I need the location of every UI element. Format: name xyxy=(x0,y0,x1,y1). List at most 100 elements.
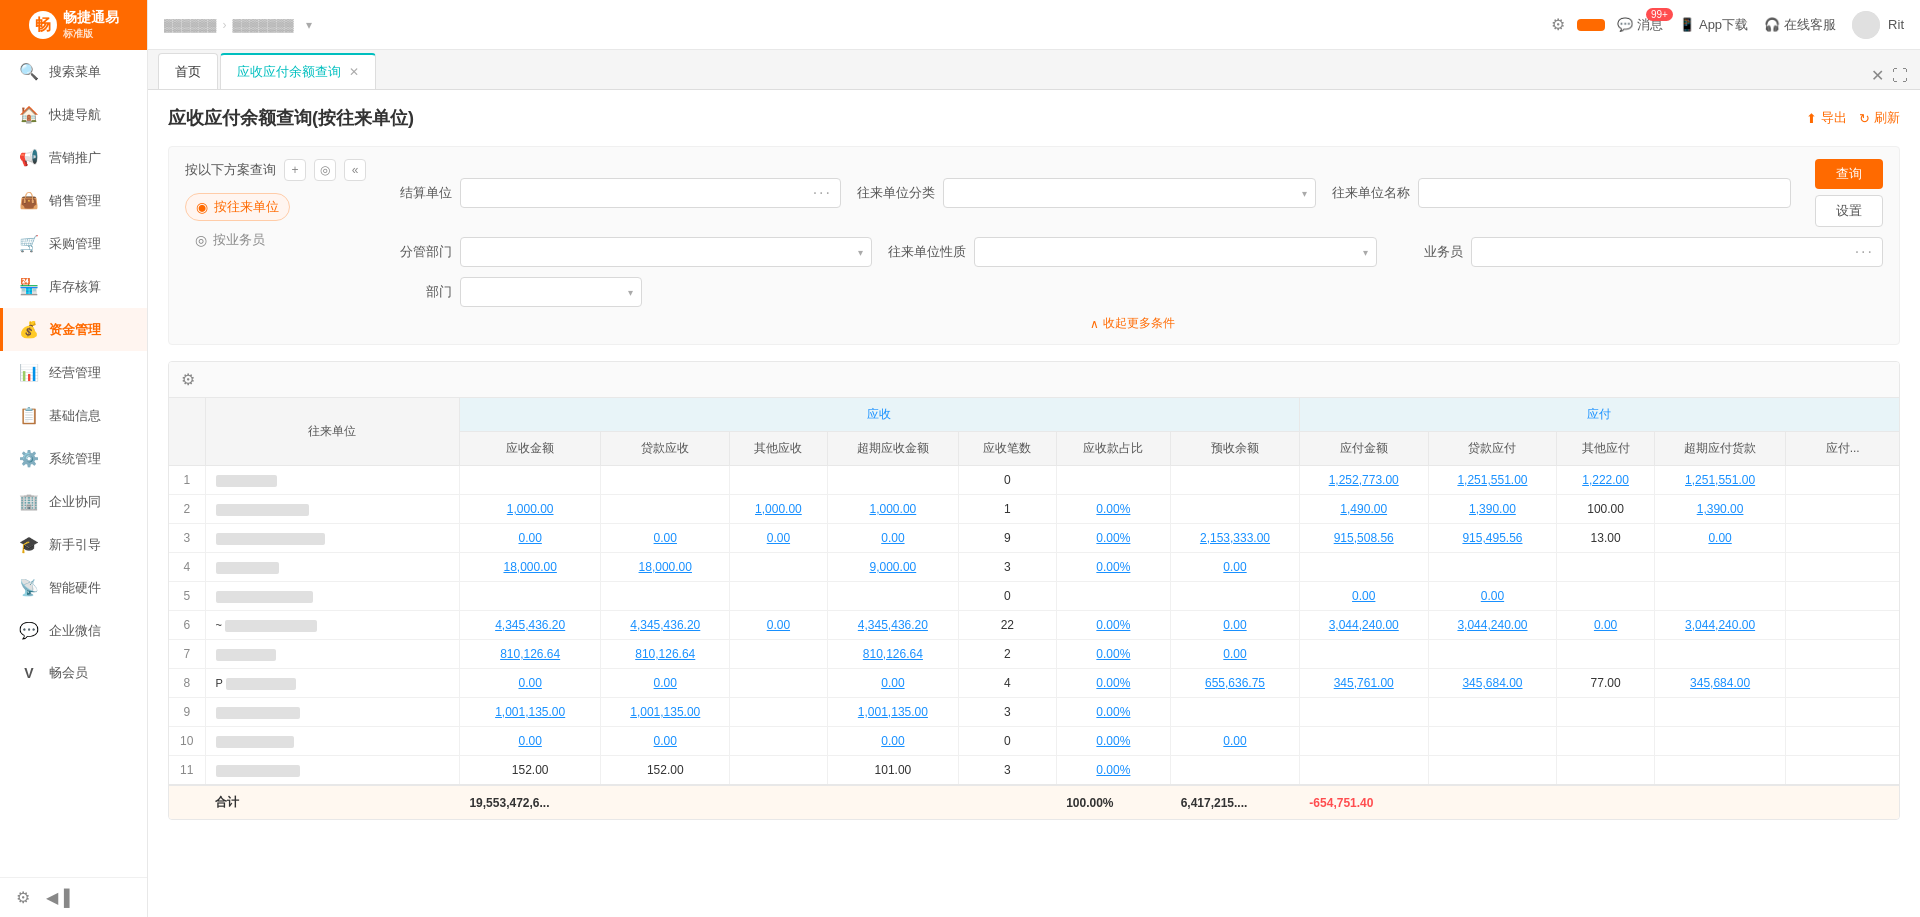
sidebar-item-marketing[interactable]: 📢 营销推广 xyxy=(0,136,147,179)
messages-button[interactable]: 💬 消息 99+ xyxy=(1617,16,1663,34)
sidebar-item-label: 基础信息 xyxy=(49,407,101,425)
cell-unit[interactable] xyxy=(205,495,459,524)
subfilter-by-staff[interactable]: ◎ 按业务员 xyxy=(185,227,290,253)
app-download-button[interactable]: 📱 App下载 xyxy=(1679,16,1748,34)
header-gear-icon[interactable]: ⚙ xyxy=(1551,15,1565,34)
subfilter-staff-icon: ◎ xyxy=(195,232,207,248)
online-service-button[interactable]: 🎧 在线客服 xyxy=(1764,16,1836,34)
table-footer-row: 合计 19,553,472,6... 100.00% 6,417,215....… xyxy=(169,785,1899,819)
filter-department: 部门 ▾ xyxy=(382,277,642,307)
tab-ar-ap[interactable]: 应收应付余额查询 ✕ xyxy=(220,53,376,89)
sidebar-item-guide[interactable]: 🎓 新手引导 xyxy=(0,523,147,566)
filter-fields: 结算单位 ··· 往来单位分类 ▾ xyxy=(382,159,1883,332)
home-tab-label: 首页 xyxy=(175,63,201,81)
sidebar-item-finance[interactable]: 💰 资金管理 xyxy=(0,308,147,351)
th-ar-group: 应收 xyxy=(459,398,1299,432)
sidebar-item-vip[interactable]: V 畅会员 xyxy=(0,652,147,694)
filter-header: 按以下方案查询 + ◎ « xyxy=(185,159,366,181)
cell-unit[interactable] xyxy=(205,698,459,727)
filter-dept: 分管部门 ▾ xyxy=(382,237,872,267)
tab-close-icon[interactable]: ✕ xyxy=(349,65,359,79)
sidebar-item-system[interactable]: ⚙️ 系统管理 xyxy=(0,437,147,480)
logo-text-block: 畅捷通易 标准版 xyxy=(63,9,119,41)
th-ar-loan: 贷款应收 xyxy=(601,432,730,466)
cell-index: 1 xyxy=(169,466,205,495)
sidebar-item-wechat[interactable]: 💬 企业微信 xyxy=(0,609,147,652)
sidebar-item-purchase[interactable]: 🛒 采购管理 xyxy=(0,222,147,265)
sidebar-item-label: 系统管理 xyxy=(49,450,101,468)
breadcrumb-text: ▓▓▓▓▓▓ xyxy=(164,18,217,32)
ar-ap-table: 往来单位 应收 应付 应收金额 贷款应收 其他应收 超期应收金额 应收笔数 应收… xyxy=(169,398,1899,819)
sidebar-item-label: 畅会员 xyxy=(49,664,88,682)
unit-category-label: 往来单位分类 xyxy=(857,184,935,202)
cell-index: 2 xyxy=(169,495,205,524)
sidebar-item-hardware[interactable]: 📡 智能硬件 xyxy=(0,566,147,609)
refresh-button[interactable]: ↻ 刷新 xyxy=(1859,109,1900,127)
sidebar-item-basic[interactable]: 📋 基础信息 xyxy=(0,394,147,437)
filter-area: 按以下方案查询 + ◎ « ◉ 按往来单位 ◎ xyxy=(168,146,1900,345)
header: ▓▓▓▓▓▓ › ▓▓▓▓▓▓▓ ▾ ⚙ 💬 消息 99+ 📱 App下载 🎧 … xyxy=(148,0,1920,50)
export-button[interactable]: ⬆ 导出 xyxy=(1806,109,1847,127)
unit-nature-select[interactable]: ▾ xyxy=(974,237,1378,267)
table-settings-icon[interactable]: ⚙ xyxy=(181,370,195,389)
user-menu[interactable]: Rit xyxy=(1852,11,1904,39)
salesman-input[interactable]: ··· xyxy=(1471,237,1883,267)
subfilter-unit-label: 按往来单位 xyxy=(214,198,279,216)
purchase-icon: 🛒 xyxy=(19,234,39,253)
collapse-sidebar-icon[interactable]: ◀▐ xyxy=(46,888,69,907)
cell-unit[interactable]: P xyxy=(205,669,459,698)
cell-unit[interactable] xyxy=(205,756,459,786)
dept-label: 分管部门 xyxy=(382,243,452,261)
unit-nature-label: 往来单位性质 xyxy=(888,243,966,261)
filter-label: 按以下方案查询 xyxy=(185,161,276,179)
set-button[interactable]: 设置 xyxy=(1815,195,1883,227)
cell-unit[interactable] xyxy=(205,553,459,582)
table-row: 6~ 4,345,436.204,345,436.200.004,345,436… xyxy=(169,611,1899,640)
dept-select[interactable]: ▾ xyxy=(460,237,872,267)
sidebar-item-search[interactable]: 🔍 搜索菜单 xyxy=(0,50,147,93)
cell-unit[interactable] xyxy=(205,727,459,756)
logo-name: 畅捷通易 xyxy=(63,9,119,27)
sidebar-item-quicknav[interactable]: 🏠 快捷导航 xyxy=(0,93,147,136)
table-row: 418,000.0018,000.009,000.0030.00%0.00 xyxy=(169,553,1899,582)
subfilter-by-unit[interactable]: ◉ 按往来单位 xyxy=(185,193,290,221)
collapse-btn[interactable]: ∧ 收起更多条件 xyxy=(1090,315,1175,332)
table-row: 11152.00152.00101.0030.00% xyxy=(169,756,1899,786)
sidebar-item-sales[interactable]: 👜 销售管理 xyxy=(0,179,147,222)
operations-icon: 📊 xyxy=(19,363,39,382)
settlement-input[interactable]: ··· xyxy=(460,178,841,208)
promo-button[interactable] xyxy=(1577,19,1605,31)
cell-unit[interactable] xyxy=(205,582,459,611)
sidebar-item-label: 智能硬件 xyxy=(49,579,101,597)
avatar xyxy=(1852,11,1880,39)
sidebar-item-label: 企业协同 xyxy=(49,493,101,511)
tab-home[interactable]: 首页 xyxy=(158,53,218,89)
cell-unit[interactable] xyxy=(205,466,459,495)
cell-unit[interactable]: ~ xyxy=(205,611,459,640)
filter-collapse-left-btn[interactable]: « xyxy=(344,159,366,181)
cell-unit[interactable] xyxy=(205,640,459,669)
filter-settlement: 结算单位 ··· xyxy=(382,178,841,208)
dept-chevron-icon: ▾ xyxy=(858,247,863,258)
filter-unit-name: 往来单位名称 xyxy=(1332,178,1791,208)
department-select[interactable]: ▾ xyxy=(460,277,642,307)
unit-name-input[interactable] xyxy=(1418,178,1791,208)
unit-name-label: 往来单位名称 xyxy=(1332,184,1410,202)
query-button[interactable]: 查询 xyxy=(1815,159,1883,189)
filter-options-btn[interactable]: ◎ xyxy=(314,159,336,181)
cell-index: 9 xyxy=(169,698,205,727)
tab-maximize-icon[interactable]: ⛶ xyxy=(1892,67,1908,85)
breadcrumb-dropdown-icon[interactable]: ▾ xyxy=(306,18,312,32)
cell-unit[interactable] xyxy=(205,524,459,553)
header-right: 💬 消息 99+ 📱 App下载 🎧 在线客服 Rit xyxy=(1617,11,1904,39)
settings-icon[interactable]: ⚙ xyxy=(16,888,30,907)
tab-close-window-icon[interactable]: ✕ xyxy=(1871,66,1884,85)
sidebar-item-corp[interactable]: 🏢 企业协同 xyxy=(0,480,147,523)
sidebar-item-operations[interactable]: 📊 经营管理 xyxy=(0,351,147,394)
unit-category-select[interactable]: ▾ xyxy=(943,178,1316,208)
th-ar-prepay: 预收余额 xyxy=(1171,432,1300,466)
filter-add-btn[interactable]: + xyxy=(284,159,306,181)
sidebar-item-inventory[interactable]: 🏪 库存核算 xyxy=(0,265,147,308)
th-ap-group: 应付 xyxy=(1299,398,1899,432)
sidebar-item-label: 销售管理 xyxy=(49,192,101,210)
